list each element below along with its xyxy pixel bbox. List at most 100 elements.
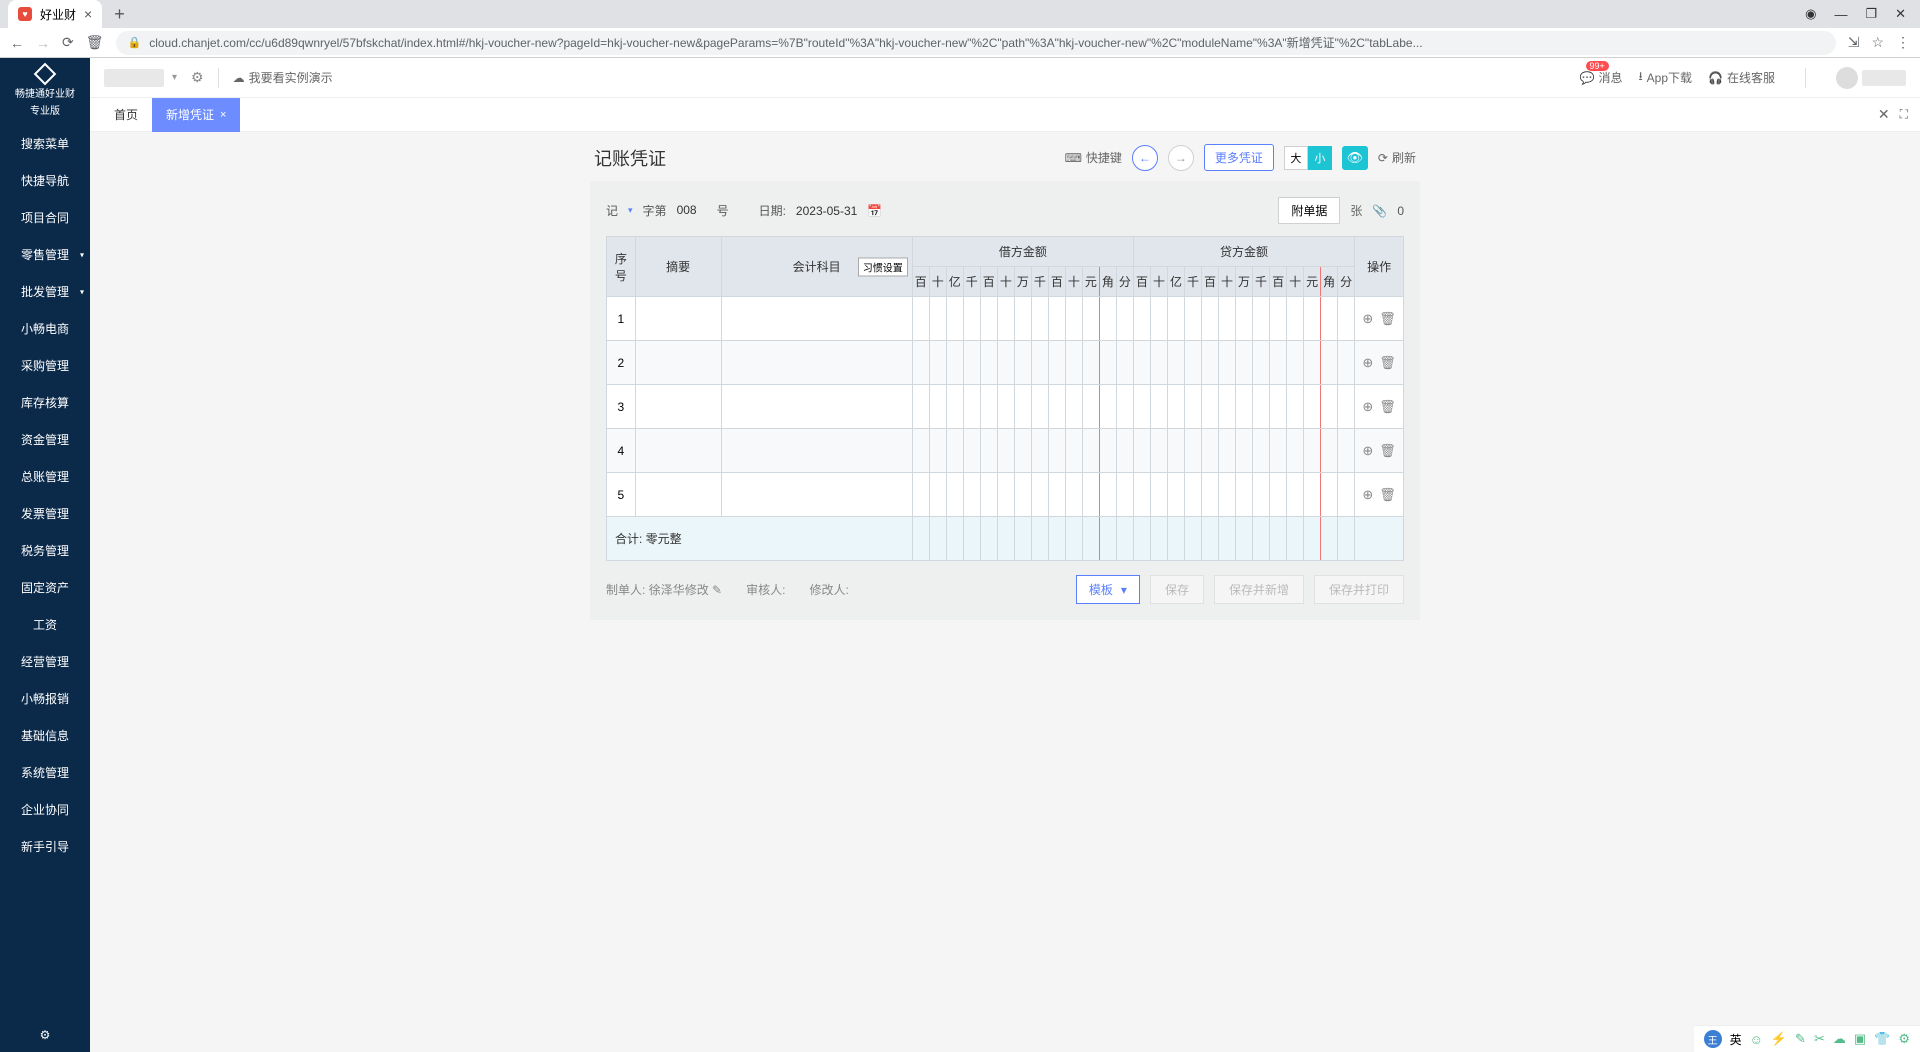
amount-digit-cell[interactable] — [997, 473, 1014, 517]
save-new-button[interactable]: 保存并新增 — [1214, 575, 1304, 604]
tab-close-icon[interactable]: × — [84, 6, 92, 22]
address-field[interactable]: 🔒 cloud.chanjet.com/cc/u6d89qwnryel/57bf… — [116, 31, 1836, 55]
amount-digit-cell[interactable] — [1082, 473, 1099, 517]
amount-digit-cell[interactable] — [1202, 473, 1219, 517]
amount-digit-cell[interactable] — [1253, 385, 1270, 429]
amount-digit-cell[interactable] — [1150, 385, 1167, 429]
subject-cell[interactable] — [721, 341, 912, 385]
sidebar-item-15[interactable]: 小畅报销 — [0, 680, 90, 717]
amount-digit-cell[interactable] — [946, 297, 963, 341]
amount-digit-cell[interactable] — [1133, 297, 1150, 341]
amount-digit-cell[interactable] — [1304, 429, 1321, 473]
delete-row-icon[interactable]: 🗑 — [1379, 311, 1396, 326]
amount-digit-cell[interactable] — [1116, 429, 1133, 473]
habit-settings-button[interactable]: 习惯设置 — [858, 257, 908, 276]
amount-digit-cell[interactable] — [997, 385, 1014, 429]
amount-digit-cell[interactable] — [1082, 429, 1099, 473]
amount-digit-cell[interactable] — [1219, 429, 1236, 473]
amount-digit-cell[interactable] — [1236, 429, 1253, 473]
amount-digit-cell[interactable] — [1048, 341, 1065, 385]
amount-digit-cell[interactable] — [1116, 297, 1133, 341]
amount-digit-cell[interactable] — [997, 429, 1014, 473]
account-icon[interactable]: ◉ — [1805, 6, 1816, 22]
edit-icon[interactable]: ✎ — [712, 583, 722, 597]
gear-icon[interactable]: ⚙ — [191, 69, 204, 86]
star-icon[interactable]: ☆ — [1871, 34, 1884, 51]
ime-cloud-icon[interactable]: ☁ — [1833, 1031, 1846, 1047]
add-row-icon[interactable]: ⊕ — [1362, 399, 1373, 414]
sidebar-item-16[interactable]: 基础信息 — [0, 717, 90, 754]
amount-digit-cell[interactable] — [1099, 341, 1116, 385]
amount-digit-cell[interactable] — [946, 473, 963, 517]
amount-digit-cell[interactable] — [1014, 385, 1031, 429]
amount-digit-cell[interactable] — [1287, 385, 1304, 429]
sidebar-item-3[interactable]: 零售管理▾ — [0, 236, 90, 273]
amount-digit-cell[interactable] — [997, 297, 1014, 341]
amount-digit-cell[interactable] — [929, 473, 946, 517]
amount-digit-cell[interactable] — [963, 297, 980, 341]
ime-lightning-icon[interactable]: ⚡ — [1771, 1031, 1787, 1047]
add-row-icon[interactable]: ⊕ — [1362, 487, 1373, 502]
amount-digit-cell[interactable] — [1321, 341, 1338, 385]
more-vouchers-button[interactable]: 更多凭证 — [1204, 144, 1274, 171]
amount-digit-cell[interactable] — [912, 385, 929, 429]
voucher-number-input[interactable] — [677, 203, 707, 218]
amount-digit-cell[interactable] — [912, 341, 929, 385]
add-row-icon[interactable]: ⊕ — [1362, 355, 1373, 370]
subject-cell[interactable] — [721, 429, 912, 473]
fullscreen-icon[interactable]: ⛶ — [1900, 107, 1908, 122]
amount-digit-cell[interactable] — [929, 297, 946, 341]
amount-digit-cell[interactable] — [1270, 473, 1287, 517]
add-row-icon[interactable]: ⊕ — [1362, 443, 1373, 458]
amount-digit-cell[interactable] — [1202, 385, 1219, 429]
amount-digit-cell[interactable] — [963, 429, 980, 473]
chevron-down-icon[interactable]: ▾ — [628, 205, 633, 216]
amount-digit-cell[interactable] — [1031, 429, 1048, 473]
amount-digit-cell[interactable] — [1253, 297, 1270, 341]
amount-digit-cell[interactable] — [1048, 429, 1065, 473]
amount-digit-cell[interactable] — [1048, 297, 1065, 341]
sidebar-item-17[interactable]: 系统管理 — [0, 754, 90, 791]
amount-digit-cell[interactable] — [1253, 341, 1270, 385]
delete-icon[interactable]: 🗑 — [86, 34, 104, 51]
amount-digit-cell[interactable] — [1304, 473, 1321, 517]
org-selector[interactable]: ▾ ⚙ — [104, 69, 204, 87]
sidebar-item-6[interactable]: 采购管理 — [0, 347, 90, 384]
size-big-button[interactable]: 大 — [1284, 146, 1308, 170]
amount-digit-cell[interactable] — [1116, 385, 1133, 429]
amount-digit-cell[interactable] — [1014, 297, 1031, 341]
ime-pen-icon[interactable]: ✎ — [1795, 1031, 1806, 1047]
amount-digit-cell[interactable] — [1167, 341, 1184, 385]
amount-digit-cell[interactable] — [1184, 297, 1201, 341]
amount-digit-cell[interactable] — [1065, 341, 1082, 385]
amount-digit-cell[interactable] — [1253, 429, 1270, 473]
next-voucher-button[interactable]: → — [1168, 145, 1194, 171]
tab-home[interactable]: 首页 — [100, 98, 152, 132]
amount-digit-cell[interactable] — [1065, 385, 1082, 429]
amount-digit-cell[interactable] — [1031, 473, 1048, 517]
amount-digit-cell[interactable] — [1031, 341, 1048, 385]
amount-digit-cell[interactable] — [1287, 297, 1304, 341]
minimize-icon[interactable]: — — [1834, 7, 1847, 22]
amount-digit-cell[interactable] — [1065, 473, 1082, 517]
amount-digit-cell[interactable] — [1133, 429, 1150, 473]
menu-icon[interactable]: ⋮ — [1896, 34, 1910, 51]
ime-emoji-icon[interactable]: ☺ — [1750, 1032, 1763, 1047]
amount-digit-cell[interactable] — [963, 341, 980, 385]
amount-digit-cell[interactable] — [1133, 473, 1150, 517]
amount-digit-cell[interactable] — [1048, 473, 1065, 517]
amount-digit-cell[interactable] — [1219, 473, 1236, 517]
sidebar-item-19[interactable]: 新手引导 — [0, 828, 90, 865]
amount-digit-cell[interactable] — [1014, 341, 1031, 385]
amount-digit-cell[interactable] — [1150, 297, 1167, 341]
amount-digit-cell[interactable] — [1287, 341, 1304, 385]
amount-digit-cell[interactable] — [1116, 341, 1133, 385]
amount-digit-cell[interactable] — [1236, 473, 1253, 517]
subject-cell[interactable] — [721, 473, 912, 517]
amount-digit-cell[interactable] — [1338, 473, 1355, 517]
amount-digit-cell[interactable] — [1304, 341, 1321, 385]
download-link[interactable]: ⭳ App下载 — [1638, 67, 1692, 88]
sidebar-item-13[interactable]: 工资 — [0, 606, 90, 643]
amount-digit-cell[interactable] — [1219, 297, 1236, 341]
amount-digit-cell[interactable] — [929, 429, 946, 473]
